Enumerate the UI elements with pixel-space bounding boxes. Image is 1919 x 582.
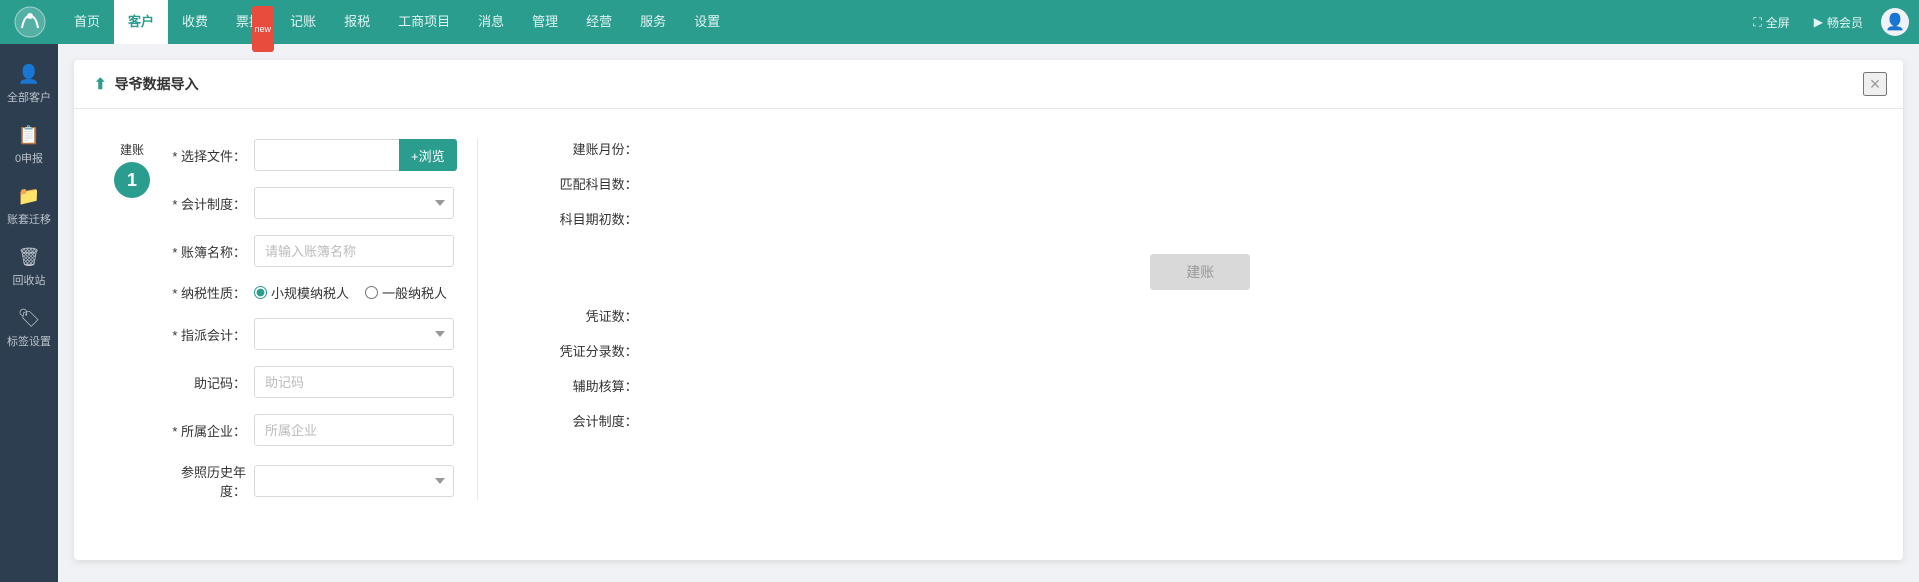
sidebar-item-recycle[interactable]: 🗑 回收站 xyxy=(0,237,58,298)
match-subjects-label: 匹配科目数： xyxy=(538,174,638,193)
company-row: * 所属企业： xyxy=(166,414,457,446)
form-left: * 选择文件： +浏览 * 会计制度： xyxy=(166,139,457,500)
accounting-system-select[interactable] xyxy=(254,187,454,219)
form-right: 建账月份： 匹配科目数： 科目期初数： 建账 xyxy=(498,139,1863,500)
assign-accountant-label: * 指派会计： xyxy=(166,325,246,344)
memo-code-row: 助记码： xyxy=(166,366,457,398)
vertical-divider xyxy=(477,139,478,500)
nav-item-manage[interactable]: 管理 xyxy=(518,0,572,44)
all-clients-icon: 👤 xyxy=(18,64,40,85)
top-nav: 首页 客户 收费 票据 new 记账 报税 工商项目 消息 管理 经营 服务 设… xyxy=(0,0,1919,44)
assign-accountant-select[interactable] xyxy=(254,318,454,350)
company-input[interactable] xyxy=(254,414,454,446)
nav-item-settings[interactable]: 设置 xyxy=(680,0,734,44)
ledger-name-label: * 账簿名称： xyxy=(166,242,246,261)
tax-small-label[interactable]: 小规模纳税人 xyxy=(254,283,349,302)
file-label: * 选择文件： xyxy=(166,146,246,165)
nav-item-services[interactable]: 服务 xyxy=(626,0,680,44)
file-input-wrapper: +浏览 xyxy=(254,139,457,171)
nav-item-invoices[interactable]: 票据 new xyxy=(222,0,276,44)
sidebar-item-all-clients[interactable]: 👤 全部客户 xyxy=(0,54,58,115)
memo-code-label: 助记码： xyxy=(166,373,246,392)
form-area: 建账 1 * 选择文件： +浏览 * 会计制度： xyxy=(74,109,1903,530)
nav-item-messages[interactable]: 消息 xyxy=(464,0,518,44)
history-year-row: 参照历史年度： xyxy=(166,462,457,500)
build-account-button[interactable]: 建账 xyxy=(1150,254,1250,290)
voucher-count-row: 凭证数： xyxy=(538,306,1863,325)
ledger-name-row: * 账簿名称： xyxy=(166,235,457,267)
panel-header: ⬆ 导爷数据导入 xyxy=(74,60,1903,109)
voucher-records-label: 凭证分录数： xyxy=(538,341,638,360)
sidebar-item-tag-settings[interactable]: 🏷 标签设置 xyxy=(0,298,58,359)
history-year-label: 参照历史年度： xyxy=(166,462,246,500)
history-year-select[interactable] xyxy=(254,465,454,497)
import-icon: ⬆ xyxy=(94,75,107,93)
sidebar-item-zero-declare[interactable]: 📋 0申报 xyxy=(0,115,58,176)
logo xyxy=(10,2,50,42)
accounting-system-info-row: 会计制度： xyxy=(538,411,1863,430)
vip-icon: ▶ xyxy=(1814,15,1823,29)
tax-general-radio[interactable] xyxy=(365,286,378,299)
file-row: * 选择文件： +浏览 xyxy=(166,139,457,171)
zero-declare-icon: 📋 xyxy=(18,125,40,146)
nav-item-clients[interactable]: 客户 xyxy=(114,0,168,44)
sidebar: 👤 全部客户 📋 0申报 📁 账套迁移 🗑 回收站 🏷 标签设置 xyxy=(0,44,58,582)
step-indicator: 1 xyxy=(114,162,150,198)
subject-initial-label: 科目期初数： xyxy=(538,209,638,228)
tax-type-radio-group: 小规模纳税人 一般纳税人 xyxy=(254,283,447,302)
tax-type-row: * 纳税性质： 小规模纳税人 一般纳税人 xyxy=(166,283,457,302)
fullscreen-button[interactable]: ⛶ 全屏 xyxy=(1747,10,1795,35)
vip-button[interactable]: ▶ 畅会员 xyxy=(1808,10,1869,35)
info-section: 建账月份： 匹配科目数： 科目期初数： 建账 xyxy=(538,139,1863,500)
tax-small-radio[interactable] xyxy=(254,286,267,299)
accounting-system-info-label: 会计制度： xyxy=(538,411,638,430)
memo-code-input[interactable] xyxy=(254,366,454,398)
auxiliary-row: 辅助核算： xyxy=(538,376,1863,395)
company-label: * 所属企业： xyxy=(166,421,246,440)
fullscreen-icon: ⛶ xyxy=(1753,15,1761,30)
tag-settings-icon: 🏷 xyxy=(18,308,41,329)
auxiliary-label: 辅助核算： xyxy=(538,376,638,395)
subject-initial-row: 科目期初数： xyxy=(538,209,1863,228)
new-badge: new xyxy=(252,6,275,52)
recycle-icon: 🗑 xyxy=(18,247,41,268)
panel-title: 导爷数据导入 xyxy=(115,74,199,94)
nav-item-home[interactable]: 首页 xyxy=(60,0,114,44)
avatar[interactable]: 👤 xyxy=(1881,8,1909,36)
close-button[interactable]: × xyxy=(1863,72,1887,96)
main-content: ⬆ 导爷数据导入 × 建账 1 * 选择文件： +浏览 xyxy=(58,44,1919,582)
nav-item-bookkeeping[interactable]: 记账 xyxy=(276,0,330,44)
tax-type-label: * 纳税性质： xyxy=(166,283,246,302)
nav-item-operations[interactable]: 经营 xyxy=(572,0,626,44)
nav-item-business[interactable]: 工商项目 xyxy=(384,0,464,44)
build-btn-wrapper: 建账 xyxy=(538,254,1863,290)
account-migrate-icon: 📁 xyxy=(18,186,40,207)
nav-menu: 首页 客户 收费 票据 new 记账 报税 工商项目 消息 管理 经营 服务 设… xyxy=(60,0,1747,44)
import-panel: ⬆ 导爷数据导入 × 建账 1 * 选择文件： +浏览 xyxy=(74,60,1903,560)
ledger-name-input[interactable] xyxy=(254,235,454,267)
accounting-system-row: * 会计制度： xyxy=(166,187,457,219)
nav-item-tax[interactable]: 报税 xyxy=(330,0,384,44)
nav-right: ⛶ 全屏 ▶ 畅会员 👤 xyxy=(1747,8,1909,36)
match-subjects-row: 匹配科目数： xyxy=(538,174,1863,193)
voucher-records-row: 凭证分录数： xyxy=(538,341,1863,360)
build-account-step-label: 建账 xyxy=(120,141,144,158)
nav-item-fees[interactable]: 收费 xyxy=(168,0,222,44)
browse-button[interactable]: +浏览 xyxy=(399,139,457,171)
sidebar-item-account-migrate[interactable]: 📁 账套迁移 xyxy=(0,176,58,237)
tax-general-label[interactable]: 一般纳税人 xyxy=(365,283,447,302)
assign-accountant-row: * 指派会计： xyxy=(166,318,457,350)
accounting-system-label: * 会计制度： xyxy=(166,194,246,213)
voucher-count-label: 凭证数： xyxy=(538,306,638,325)
file-text-input[interactable] xyxy=(254,139,399,171)
build-month-label: 建账月份： xyxy=(538,139,638,158)
build-month-row: 建账月份： xyxy=(538,139,1863,158)
